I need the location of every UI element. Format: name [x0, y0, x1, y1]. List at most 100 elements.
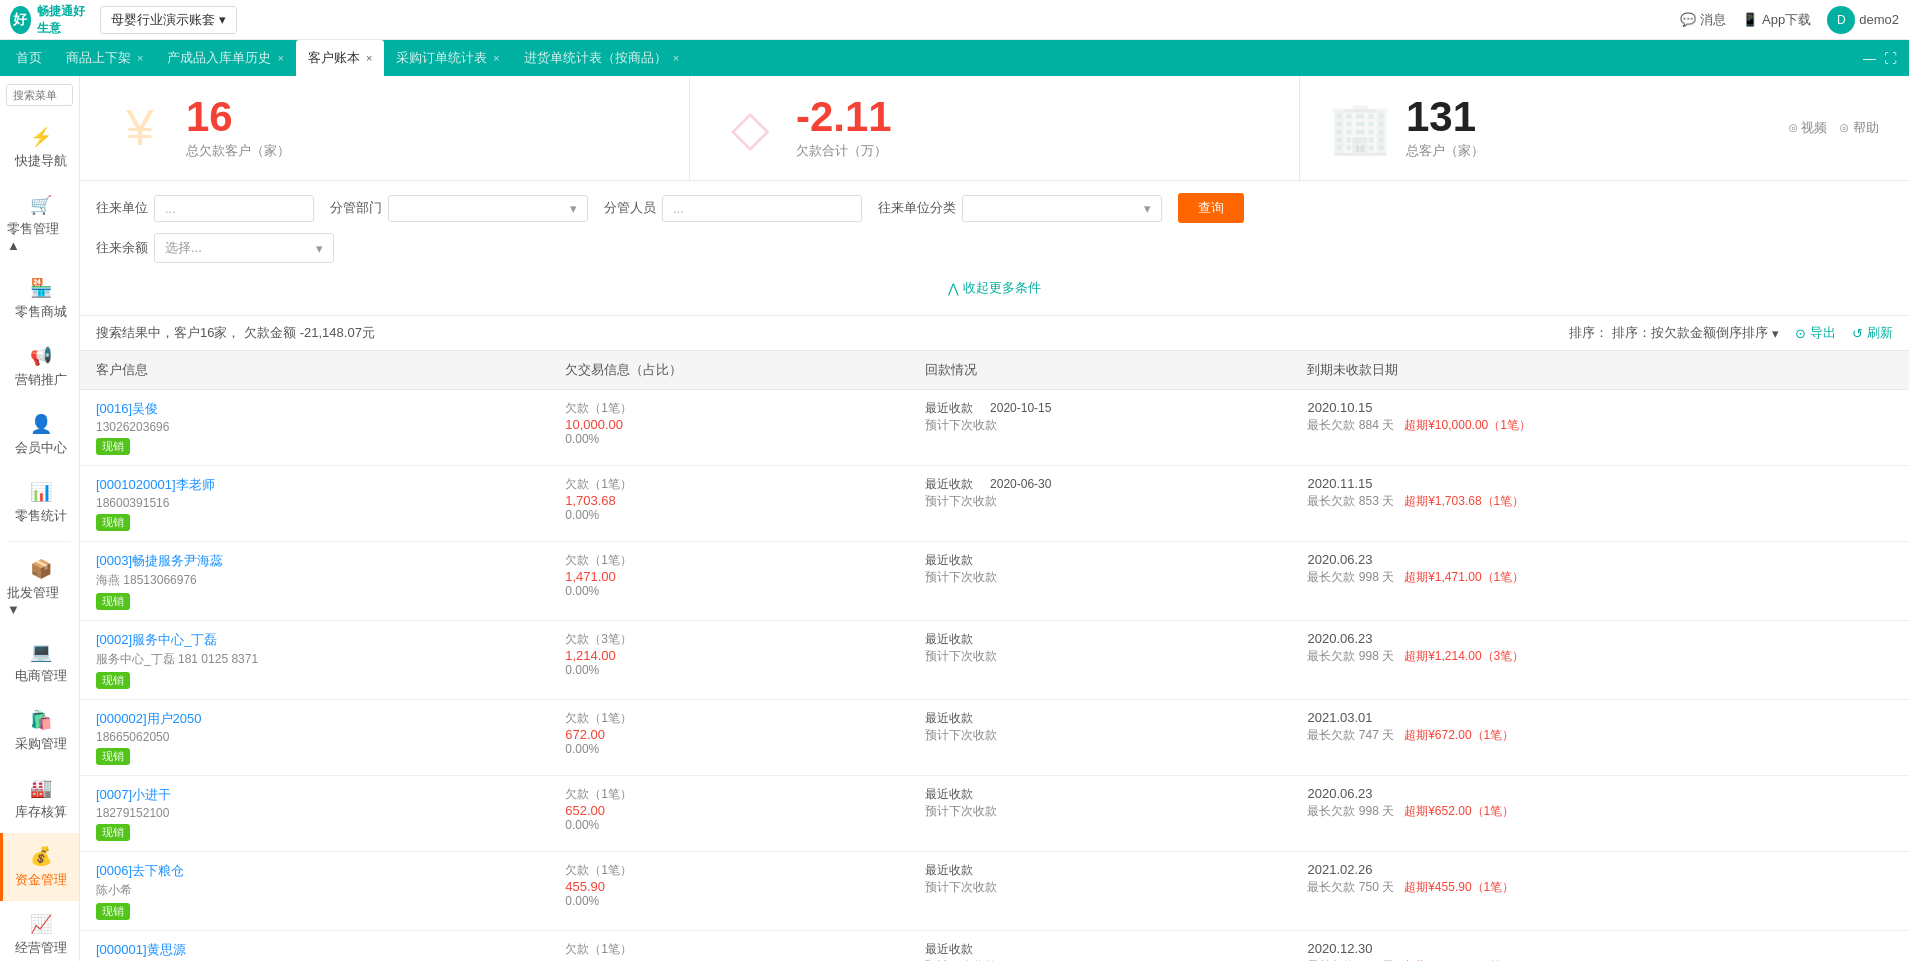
customer-name-link-2[interactable]: [0003]畅捷服务尹海蕊 [96, 553, 223, 568]
tab-close-icon[interactable]: × [493, 52, 499, 64]
sidebar-item-marketing[interactable]: 📢 营销推广 [0, 333, 79, 401]
overdue-amount-2[interactable]: 超期¥1,471.00（1笔） [1404, 570, 1524, 584]
tab-product-offline[interactable]: 商品上下架 × [54, 40, 155, 76]
tab-product-history[interactable]: 产成品入库单历史 × [155, 40, 295, 76]
sidebar-item-capital-mgmt[interactable]: 💰 资金管理 [0, 833, 79, 901]
customer-name-link-6[interactable]: [0006]去下粮仓 [96, 863, 184, 878]
customer-tag-3: 现销 [96, 672, 130, 689]
balance-select[interactable]: 选择... ▾ [154, 233, 334, 263]
username: demo2 [1859, 12, 1899, 27]
collapse-label: 收起更多条件 [963, 279, 1041, 297]
debt-count-6: 欠款（1笔） [565, 862, 893, 879]
cell-collection-7: 最近收款 预计下次收款 [909, 931, 1291, 962]
last-collection-1: 最近收款 2020-06-30 [925, 476, 1275, 493]
tab-bar-controls: — ⛶ [1863, 51, 1905, 66]
sort-select[interactable]: 排序： 排序：按欠款金额倒序排序 ▾ [1569, 324, 1779, 342]
debt-pct-3: 0.00% [565, 663, 893, 677]
video-btn[interactable]: ⊙ 视频 [1788, 119, 1828, 137]
total-customers-value: 131 [1406, 96, 1484, 138]
person-input[interactable]: ... [662, 195, 862, 222]
tab-customer-account[interactable]: 客户账本 × [296, 40, 384, 76]
minimize-icon[interactable]: — [1863, 51, 1876, 66]
tab-purchase-stats[interactable]: 进货单统计表（按商品） × [512, 40, 691, 76]
message-label: 消息 [1700, 11, 1726, 29]
overdue-info-1: 最长欠款 853 天 超期¥1,703.68（1笔） [1307, 493, 1893, 510]
customer-name-link-1[interactable]: [0001020001]李老师 [96, 477, 215, 492]
top-right: 💬 消息 📱 App下载 D demo2 [1680, 6, 1899, 34]
sidebar-item-business-mgmt[interactable]: 📈 经营管理 [0, 901, 79, 961]
sidebar-item-quick-nav[interactable]: ⚡ 快捷导航 [0, 114, 79, 182]
refresh-button[interactable]: ↺ 刷新 [1852, 324, 1893, 342]
sidebar-item-inventory[interactable]: 🏭 库存核算 [0, 765, 79, 833]
logo-icon: 好 [10, 6, 31, 34]
tab-close-icon[interactable]: × [137, 52, 143, 64]
overdue-amount-1[interactable]: 超期¥1,703.68（1笔） [1404, 494, 1524, 508]
sidebar-item-retail-stats[interactable]: 📊 零售统计 [0, 469, 79, 537]
expand-icon[interactable]: ⛶ [1884, 51, 1897, 66]
sidebar-item-purchase-mgmt[interactable]: 🛍️ 采购管理 [0, 697, 79, 765]
customer-tag-1: 现销 [96, 514, 130, 531]
tab-close-icon[interactable]: × [277, 52, 283, 64]
sidebar-item-retail-mall[interactable]: 🏪 零售商城 [0, 265, 79, 333]
sidebar-item-batch-mgmt[interactable]: 📦 批发管理 ▼ [0, 546, 79, 629]
person-label: 分管人员 [604, 199, 656, 217]
debt-pct-1: 0.00% [565, 508, 893, 522]
customer-name-link-4[interactable]: [000002]用户2050 [96, 711, 202, 726]
cell-collection-5: 最近收款 预计下次收款 [909, 776, 1291, 852]
sidebar-item-ecommerce[interactable]: 💻 电商管理 [0, 629, 79, 697]
overdue-amount-0[interactable]: 超期¥10,000.00（1笔） [1404, 418, 1531, 432]
avatar: D [1827, 6, 1855, 34]
store-selector[interactable]: 母婴行业演示账套 ▾ [100, 6, 237, 34]
stat-amount-info: -2.11 欠款合计（万） [796, 96, 892, 160]
filter-person: 分管人员 ... [604, 195, 862, 222]
table-row: [0007]小进干 18279152100 现销 欠款（1笔） 652.00 0… [80, 776, 1909, 852]
stat-overdue-customers: ¥ 16 总欠款客户（家） [80, 76, 690, 180]
unit-class-select[interactable]: ▾ [962, 195, 1162, 222]
retail-mgmt-icon: 🛒 [30, 194, 52, 216]
sidebar-item-member-center[interactable]: 👤 会员中心 [0, 401, 79, 469]
overdue-amount-6[interactable]: 超期¥455.90（1笔） [1404, 880, 1514, 894]
cell-customer-7: [000001]黄思源 13552700226 现销 [80, 931, 549, 962]
tab-purchase-order-label: 采购订单统计表 [396, 49, 487, 67]
customer-tag-4: 现销 [96, 748, 130, 765]
collapse-button[interactable]: ⋀ 收起更多条件 [942, 273, 1047, 303]
customer-name-link-7[interactable]: [000001]黄思源 [96, 942, 186, 957]
overdue-info-0: 最长欠款 884 天 超期¥10,000.00（1笔） [1307, 417, 1893, 434]
customer-name-link-0[interactable]: [0016]吴俊 [96, 401, 158, 416]
due-date-4: 2021.03.01 [1307, 710, 1893, 725]
from-unit-input[interactable]: ... [154, 195, 314, 222]
debt-count-0: 欠款（1笔） [565, 400, 893, 417]
query-button[interactable]: 查询 [1178, 193, 1244, 223]
sidebar-search-area [0, 76, 79, 114]
col-collection: 回款情况 [909, 351, 1291, 390]
dept-select[interactable]: ▾ [388, 195, 588, 222]
customer-name-link-5[interactable]: [0007]小进干 [96, 787, 171, 802]
tab-close-icon[interactable]: × [673, 52, 679, 64]
table-row: [0001020001]李老师 18600391516 现销 欠款（1笔） 1,… [80, 466, 1909, 542]
last-collection-6: 最近收款 [925, 862, 1275, 879]
dept-label: 分管部门 [330, 199, 382, 217]
tab-close-icon[interactable]: × [366, 52, 372, 64]
customer-name-link-3[interactable]: [0002]服务中心_丁磊 [96, 632, 217, 647]
table-row: [0002]服务中心_丁磊 服务中心_丁磊 181 0125 8371 现销 欠… [80, 621, 1909, 700]
tab-purchase-order[interactable]: 采购订单统计表 × [384, 40, 511, 76]
user-menu[interactable]: D demo2 [1827, 6, 1899, 34]
logo-text: 畅捷通好生意 [37, 3, 90, 37]
sidebar-item-retail-mgmt[interactable]: 🛒 零售管理 ▲ [0, 182, 79, 265]
cell-collection-6: 最近收款 预计下次收款 [909, 852, 1291, 931]
overdue-amount-5[interactable]: 超期¥652.00（1笔） [1404, 804, 1514, 818]
help-btn[interactable]: ⊙ 帮助 [1839, 119, 1879, 137]
overdue-amount-3[interactable]: 超期¥1,214.00（3笔） [1404, 649, 1524, 663]
export-button[interactable]: ⊙ 导出 [1795, 324, 1836, 342]
tab-home[interactable]: 首页 [4, 40, 54, 76]
overdue-info-6: 最长欠款 750 天 超期¥455.90（1笔） [1307, 879, 1893, 896]
sidebar-label-purchase-mgmt: 采购管理 [15, 735, 67, 753]
stats-row: ¥ 16 总欠款客户（家） ◇ -2.11 欠款合计（万） 🏢 131 总客户（… [80, 76, 1909, 181]
chevron-down-icon: ▾ [1144, 201, 1151, 216]
refresh-label: 刷新 [1867, 324, 1893, 342]
overdue-amount-4[interactable]: 超期¥672.00（1笔） [1404, 728, 1514, 742]
app-download-btn[interactable]: 📱 App下载 [1742, 11, 1811, 29]
sidebar-search-input[interactable] [6, 84, 73, 106]
message-btn[interactable]: 💬 消息 [1680, 11, 1726, 29]
cell-due-4: 2021.03.01 最长欠款 747 天 超期¥672.00（1笔） [1291, 700, 1909, 776]
